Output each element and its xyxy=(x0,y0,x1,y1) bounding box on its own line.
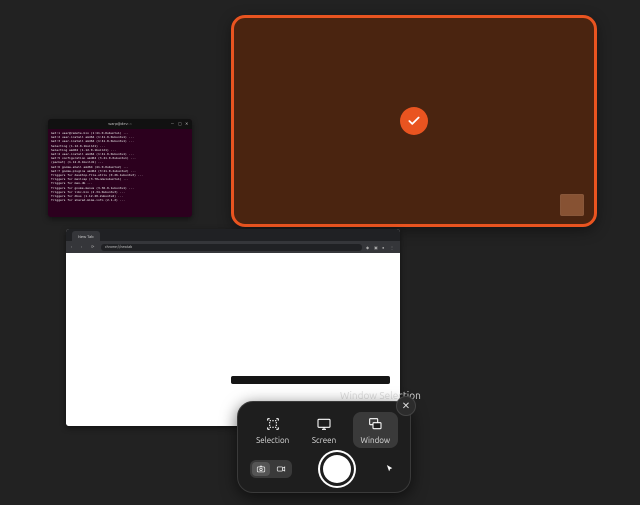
capture-button[interactable] xyxy=(323,455,351,483)
window-icon xyxy=(366,416,384,432)
capture-mode-row: Selection Screen Window xyxy=(250,412,398,448)
screen-icon xyxy=(315,416,333,432)
capture-type-toggle xyxy=(250,460,292,478)
screenshot-type-button[interactable] xyxy=(252,462,270,476)
browser-toolbar: ‹ › ⟳ chrome://newtab ◆ ▣ ● ⋮ xyxy=(66,241,400,253)
mode-selection-label: Selection xyxy=(256,436,289,445)
back-icon[interactable]: ‹ xyxy=(71,244,77,250)
terminal-window[interactable]: warp@dev: ~ ─ ▢ ✕ Get:1 user@remote.bin … xyxy=(48,119,192,217)
reload-icon[interactable]: ⟳ xyxy=(91,244,97,250)
profile-icon[interactable]: ● xyxy=(382,245,387,250)
terminal-body: Get:1 user@remote.bin (1:41.0-0ubuntu1) … xyxy=(48,129,192,204)
window-controls: ─ ▢ ✕ xyxy=(171,121,190,126)
screencast-type-button[interactable] xyxy=(272,462,290,476)
background-window[interactable] xyxy=(231,376,390,384)
screenshot-toolbar: ✕ Selection Screen Window xyxy=(237,401,411,493)
terminal-titlebar[interactable]: warp@dev: ~ ─ ▢ ✕ xyxy=(48,119,192,129)
selection-icon xyxy=(264,416,282,432)
close-button[interactable]: ✕ xyxy=(396,396,416,416)
minimize-icon[interactable]: ─ xyxy=(171,121,176,126)
mode-screen[interactable]: Screen xyxy=(301,412,346,448)
capture-controls-row xyxy=(250,455,398,483)
maximize-icon[interactable]: ▢ xyxy=(178,121,183,126)
close-icon: ✕ xyxy=(402,400,410,412)
mode-window[interactable]: Window xyxy=(353,412,398,448)
terminal-title: warp@dev: ~ xyxy=(108,119,131,129)
files-app-icon xyxy=(560,194,584,216)
camera-icon xyxy=(255,464,267,474)
menu-icon[interactable]: ⋮ xyxy=(390,245,395,250)
address-bar[interactable]: chrome://newtab xyxy=(101,244,362,251)
browser-tab[interactable]: New Tab xyxy=(72,231,100,241)
tab-title: New Tab xyxy=(78,234,94,239)
mode-screen-label: Screen xyxy=(312,436,336,445)
mode-window-label: Window xyxy=(361,436,391,445)
browser-tab-strip[interactable]: New Tab xyxy=(66,229,400,241)
selected-window[interactable] xyxy=(231,15,597,227)
extension-icon[interactable]: ▣ xyxy=(374,245,379,250)
check-icon xyxy=(407,114,421,128)
close-icon[interactable]: ✕ xyxy=(185,121,190,126)
cursor-icon xyxy=(385,463,395,475)
browser-action-icons: ◆ ▣ ● ⋮ xyxy=(366,245,395,250)
selected-check-badge xyxy=(400,107,428,135)
forward-icon[interactable]: › xyxy=(81,244,87,250)
extension-icon[interactable]: ◆ xyxy=(366,245,371,250)
video-icon xyxy=(275,464,287,474)
mode-selection[interactable]: Selection xyxy=(250,412,295,448)
show-pointer-toggle[interactable] xyxy=(382,463,398,475)
